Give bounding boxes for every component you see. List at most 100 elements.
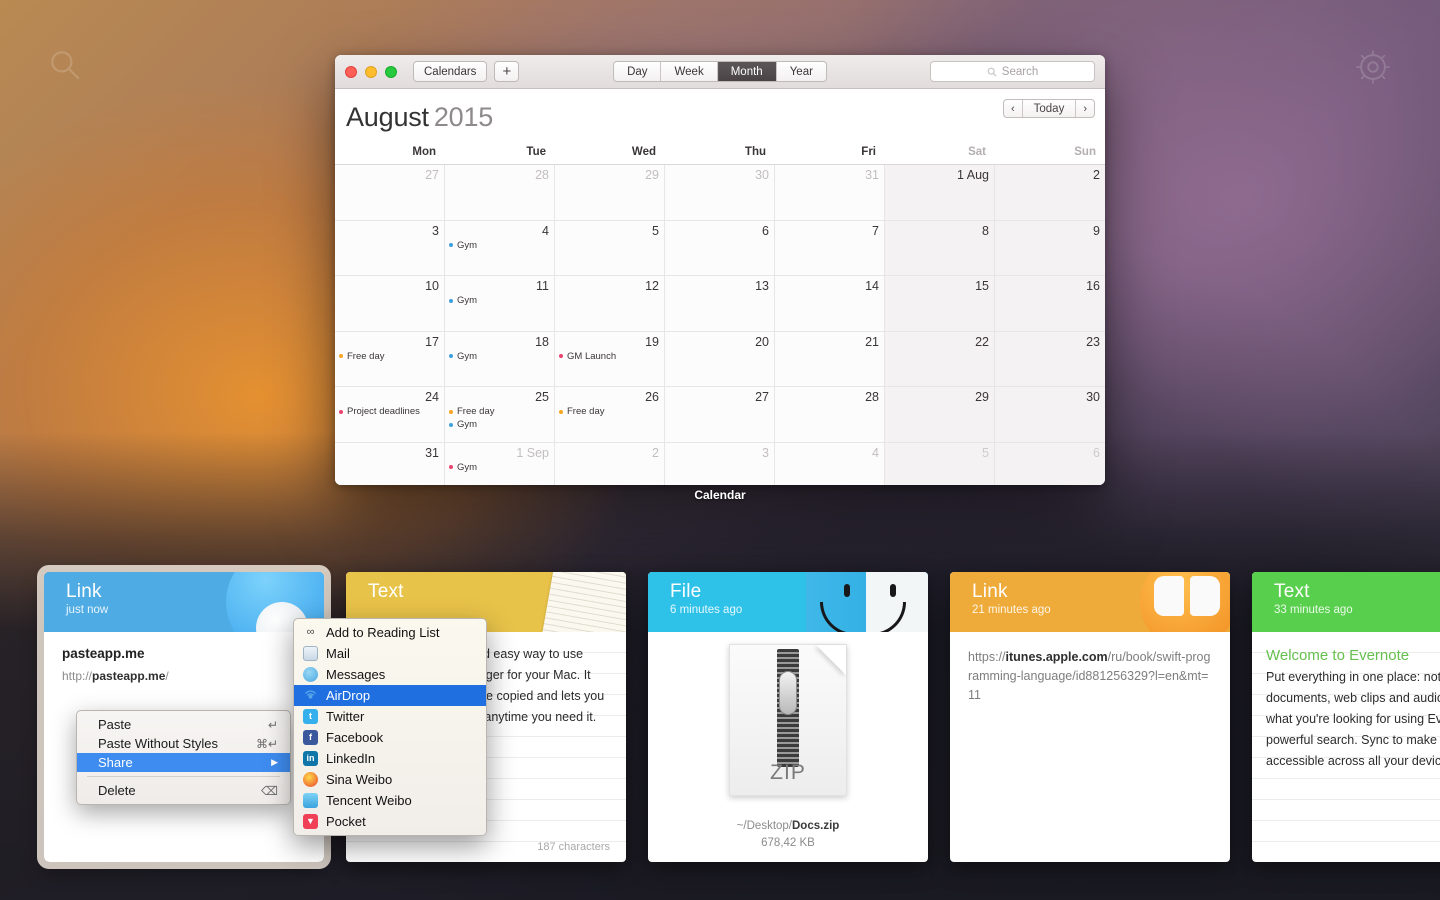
calendar-day-cell[interactable]: 5 xyxy=(885,442,995,485)
calendar-day-cell[interactable]: 22 xyxy=(885,331,995,387)
calendar-day-cell[interactable]: 4 Gym xyxy=(445,220,555,276)
calendar-day-cell[interactable]: 20 xyxy=(665,331,775,387)
event-title: Free day xyxy=(567,406,605,417)
card-timestamp: 21 minutes ago xyxy=(972,604,1051,616)
calendars-button[interactable]: Calendars xyxy=(413,61,488,82)
calendar-day-cell[interactable]: 28 xyxy=(775,387,885,443)
calendar-day-cell[interactable]: 13 xyxy=(665,276,775,332)
view-segmented-control[interactable]: Day Week Month Year xyxy=(613,61,827,82)
calendar-day-cell[interactable]: 15 xyxy=(885,276,995,332)
calendar-event[interactable]: Free day xyxy=(339,351,439,362)
share-menu-item-messages[interactable]: Messages xyxy=(294,664,486,685)
close-button[interactable] xyxy=(345,65,357,78)
clipboard-card[interactable]: Link 21 minutes ago https://itunes.apple.c… xyxy=(950,572,1230,862)
calendar-day-cell[interactable]: 14 xyxy=(775,276,885,332)
card-timestamp: 6 minutes ago xyxy=(670,604,743,616)
calendar-day-cell[interactable]: 6 xyxy=(665,220,775,276)
calendar-day-cell[interactable]: 17 Free day xyxy=(335,331,445,387)
calendar-day-cell[interactable]: 3 xyxy=(665,442,775,485)
calendar-event[interactable]: Gym xyxy=(449,240,549,251)
next-month-button[interactable]: › xyxy=(1076,100,1094,117)
linkedin-icon: in xyxy=(303,751,318,766)
share-menu-item-airdrop[interactable]: AirDrop xyxy=(294,685,486,706)
clipboard-card[interactable]: Text 33 minutes ago Welcome to Evernote Put… xyxy=(1252,572,1440,862)
calendar-nav-group[interactable]: ‹ Today › xyxy=(1002,99,1095,118)
add-calendar-button[interactable]: + xyxy=(494,61,520,82)
calendar-day-cell[interactable]: 2 xyxy=(995,165,1105,221)
calendar-day-cell[interactable]: 6 xyxy=(995,442,1105,485)
share-menu-item-mail[interactable]: Mail xyxy=(294,643,486,664)
calendar-day-cell[interactable]: 18 Gym xyxy=(445,331,555,387)
link-url: https://itunes.apple.com/ru/book/swift-p… xyxy=(968,646,1212,705)
calendar-event[interactable]: GM Launch xyxy=(559,351,659,362)
share-submenu[interactable]: ∞ Add to Reading List Mail Messages AirDrop t… xyxy=(293,618,487,836)
calendar-day-cell[interactable]: 3 xyxy=(335,220,445,276)
calendar-day-cell[interactable]: 23 xyxy=(995,331,1105,387)
share-menu-item-linkedin[interactable]: in LinkedIn xyxy=(294,748,486,769)
share-menu-item-pocket[interactable]: ▼ Pocket xyxy=(294,811,486,832)
calendar-day-cell[interactable]: 16 xyxy=(995,276,1105,332)
calendar-event[interactable]: Gym xyxy=(449,351,549,362)
calendar-day-cell[interactable]: 1 Aug xyxy=(885,165,995,221)
view-tab-month[interactable]: Month xyxy=(717,62,777,81)
calendar-day-cell[interactable]: 26 Free day xyxy=(555,387,665,443)
calendar-event[interactable]: Free day xyxy=(449,406,549,417)
calendar-event[interactable]: Gym xyxy=(449,419,549,430)
calendar-grid[interactable]: 27 28 29 30 31 1 Aug 2 3 4 Gym 5 6 7 8 9 10 11 Gym 12 13 14 1… xyxy=(335,165,1105,485)
calendar-day-cell[interactable]: 19 GM Launch xyxy=(555,331,665,387)
context-menu-item-paste-without-styles[interactable]: Paste Without Styles ⌘↵ xyxy=(77,734,290,753)
context-menu[interactable]: Paste ↵ Paste Without Styles ⌘↵ Share ▶ Delete… xyxy=(76,710,291,805)
card-header: Link 21 minutes ago xyxy=(950,572,1230,632)
calendar-window[interactable]: Calendars + Day Week Month Year Search A… xyxy=(335,55,1105,485)
clipboard-card[interactable]: File 6 minutes ago ZIP ~/Desktop/Docs.zip 67… xyxy=(648,572,928,862)
view-tab-day[interactable]: Day xyxy=(614,62,662,81)
context-menu-item-delete[interactable]: Delete ⌫ xyxy=(77,781,290,800)
share-menu-item-add-to-reading-list[interactable]: ∞ Add to Reading List xyxy=(294,622,486,643)
calendar-day-cell[interactable]: 2 xyxy=(555,442,665,485)
previous-month-button[interactable]: ‹ xyxy=(1004,100,1023,117)
share-menu-item-sina-weibo[interactable]: Sina Weibo xyxy=(294,769,486,790)
day-number: 24 xyxy=(425,390,439,404)
share-menu-item-twitter[interactable]: t Twitter xyxy=(294,706,486,727)
share-menu-item-label: Mail xyxy=(326,646,350,661)
calendar-day-cell[interactable]: 9 xyxy=(995,220,1105,276)
calendar-day-cell[interactable]: 29 xyxy=(555,165,665,221)
calendar-day-cell[interactable]: 30 xyxy=(995,387,1105,443)
calendar-day-cell[interactable]: 29 xyxy=(885,387,995,443)
calendar-day-cell[interactable]: 5 xyxy=(555,220,665,276)
calendar-day-cell[interactable]: 7 xyxy=(775,220,885,276)
view-tab-year[interactable]: Year xyxy=(776,62,826,81)
calendar-day-cell[interactable]: 30 xyxy=(665,165,775,221)
previous-icon: ‹ xyxy=(1010,102,1015,115)
calendar-day-cell[interactable]: 31 xyxy=(775,165,885,221)
event-title: Gym xyxy=(457,295,478,306)
share-menu-item-facebook[interactable]: f Facebook xyxy=(294,727,486,748)
calendar-event[interactable]: Gym xyxy=(449,462,549,473)
calendar-day-cell[interactable]: 10 xyxy=(335,276,445,332)
calendar-day-cell[interactable]: 25 Free day Gym xyxy=(445,387,555,443)
today-button[interactable]: Today xyxy=(1023,100,1077,117)
view-tab-week[interactable]: Week xyxy=(661,62,718,81)
minimize-button[interactable] xyxy=(365,65,377,78)
share-menu-item-tencent-weibo[interactable]: Tencent Weibo xyxy=(294,790,486,811)
context-menu-item-share[interactable]: Share ▶ xyxy=(77,753,290,772)
calendar-event[interactable]: Gym xyxy=(449,295,549,306)
zoom-button[interactable] xyxy=(385,65,397,78)
calendar-day-cell[interactable]: 8 xyxy=(885,220,995,276)
calendar-day-cell[interactable]: 24 Project deadlines xyxy=(335,387,445,443)
calendar-day-cell[interactable]: 21 xyxy=(775,331,885,387)
calendar-day-cell[interactable]: 12 xyxy=(555,276,665,332)
calendar-day-cell[interactable]: 28 xyxy=(445,165,555,221)
calendar-day-cell[interactable]: 27 xyxy=(335,165,445,221)
calendar-event[interactable]: Project deadlines xyxy=(339,406,439,417)
calendar-event[interactable]: Free day xyxy=(559,406,659,417)
search-input[interactable]: Search xyxy=(930,61,1095,82)
calendar-day-cell[interactable]: 1 Sep Gym xyxy=(445,442,555,485)
calendar-day-cell[interactable]: 27 xyxy=(665,387,775,443)
calendar-day-cell[interactable]: 11 Gym xyxy=(445,276,555,332)
day-number: 4 xyxy=(872,445,879,460)
zip-file-icon: ZIP xyxy=(729,644,847,796)
calendar-day-cell[interactable]: 31 xyxy=(335,442,445,485)
context-menu-item-paste[interactable]: Paste ↵ xyxy=(77,715,290,734)
calendar-day-cell[interactable]: 4 xyxy=(775,442,885,485)
